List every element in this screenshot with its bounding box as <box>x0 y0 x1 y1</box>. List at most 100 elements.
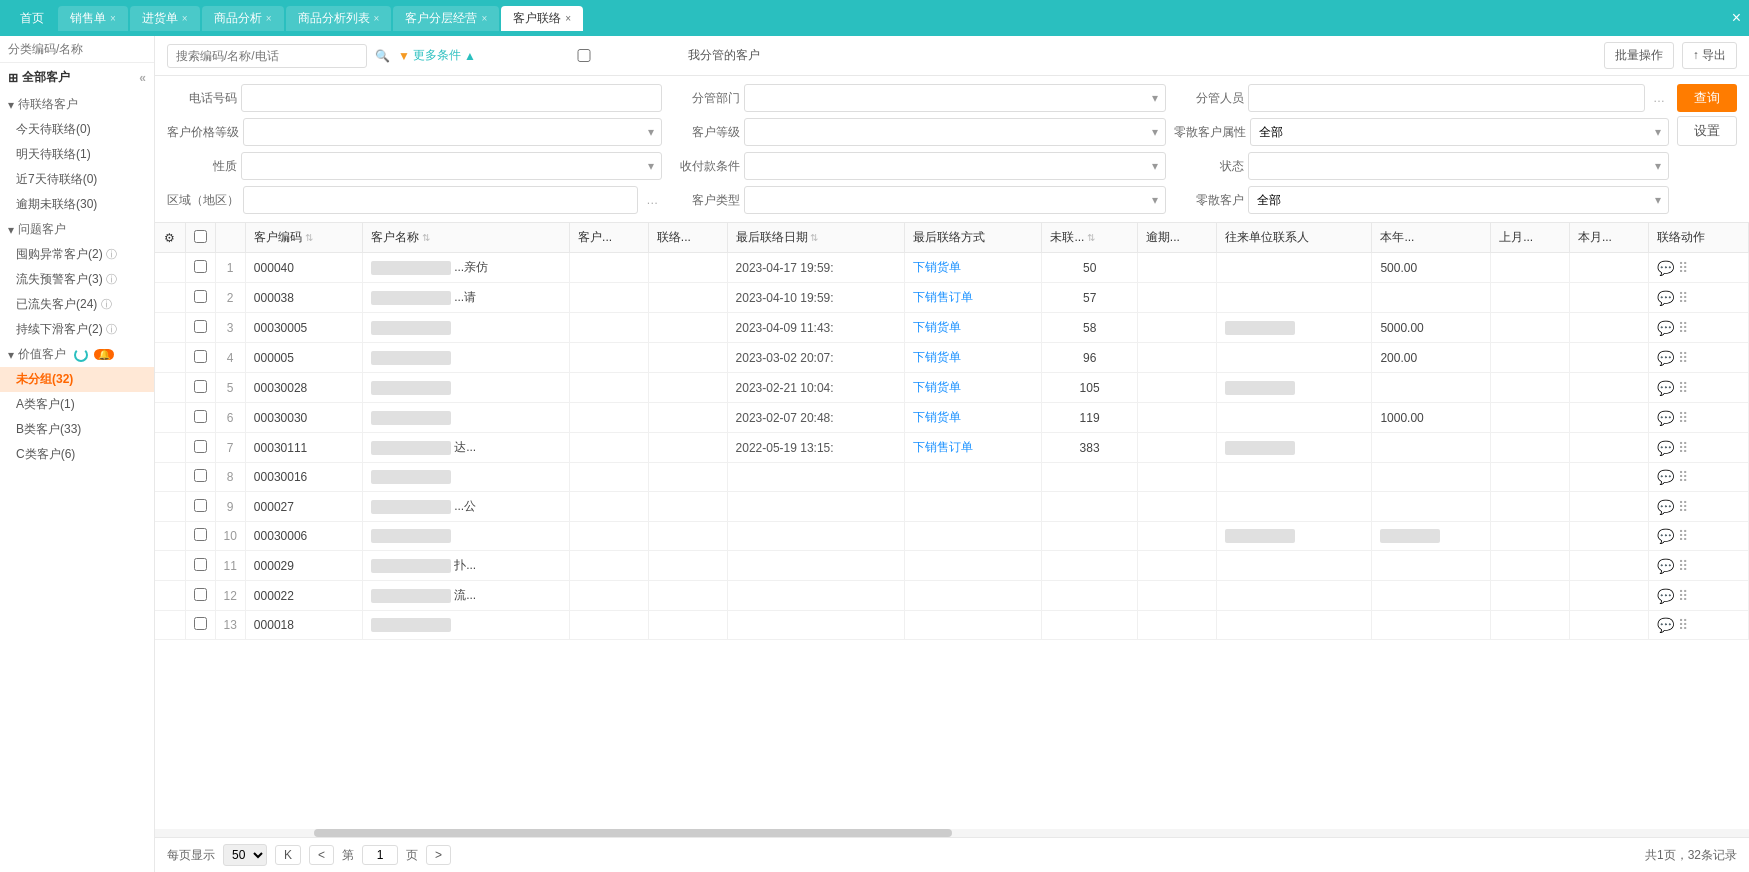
close-product-list-tab[interactable]: × <box>374 13 380 24</box>
row-checkbox[interactable] <box>194 350 207 363</box>
menu-icon[interactable]: ⠿ <box>1678 410 1688 426</box>
th-name[interactable]: 客户名称 <box>362 223 569 253</box>
export-btn[interactable]: ↑ 导出 <box>1682 42 1737 69</box>
menu-icon[interactable]: ⠿ <box>1678 320 1688 336</box>
retail-customer-select[interactable]: 全部 <box>1248 186 1669 214</box>
menu-icon[interactable]: ⠿ <box>1678 528 1688 544</box>
td-checkbox[interactable] <box>185 492 215 522</box>
sidebar-item-churned[interactable]: 已流失客户(24) ⓘ <box>0 292 154 317</box>
price-level-select[interactable] <box>243 118 662 146</box>
last-contact-way-link[interactable]: 下销货单 <box>913 320 961 334</box>
td-last-way[interactable] <box>905 551 1042 581</box>
td-actions[interactable]: 💬⠿ <box>1648 403 1748 433</box>
close-sales-tab[interactable]: × <box>110 13 116 24</box>
sidebar-group-pending[interactable]: ▾ 待联络客户 <box>0 92 154 117</box>
th-settings[interactable]: ⚙ <box>155 223 185 253</box>
retail-attr-select[interactable]: 全部 <box>1250 118 1669 146</box>
last-contact-way-link[interactable]: 下销货单 <box>913 380 961 394</box>
td-checkbox[interactable] <box>185 313 215 343</box>
td-checkbox[interactable] <box>185 253 215 283</box>
row-checkbox[interactable] <box>194 320 207 333</box>
customer-type-select[interactable] <box>744 186 1165 214</box>
region-more-icon[interactable]: … <box>642 193 662 207</box>
row-checkbox[interactable] <box>194 469 207 482</box>
menu-icon[interactable]: ⠿ <box>1678 588 1688 604</box>
td-checkbox[interactable] <box>185 551 215 581</box>
menu-icon[interactable]: ⠿ <box>1678 380 1688 396</box>
menu-icon[interactable]: ⠿ <box>1678 617 1688 633</box>
td-actions[interactable]: 💬⠿ <box>1648 581 1748 611</box>
search-input[interactable] <box>167 44 367 68</box>
td-actions[interactable]: 💬⠿ <box>1648 313 1748 343</box>
td-actions[interactable]: 💬⠿ <box>1648 551 1748 581</box>
row-checkbox[interactable] <box>194 260 207 273</box>
contact-icon[interactable]: 💬 <box>1657 380 1674 396</box>
td-last-way[interactable]: 下销货单 <box>905 403 1042 433</box>
scrollbar-thumb[interactable] <box>314 829 952 837</box>
td-actions[interactable]: 💬⠿ <box>1648 522 1748 551</box>
nav-tab-product-analysis[interactable]: 商品分析 × <box>202 6 284 31</box>
td-checkbox[interactable] <box>185 343 215 373</box>
td-actions[interactable]: 💬⠿ <box>1648 433 1748 463</box>
td-actions[interactable]: 💬⠿ <box>1648 373 1748 403</box>
sidebar-all-customers[interactable]: ⊞ 全部客户 « <box>0 63 154 92</box>
td-actions[interactable]: 💬⠿ <box>1648 283 1748 313</box>
nav-tab-home[interactable]: 首页 <box>8 6 56 31</box>
last-contact-way-link[interactable]: 下销货单 <box>913 410 961 424</box>
contact-icon[interactable]: 💬 <box>1657 588 1674 604</box>
person-input[interactable] <box>1248 84 1645 112</box>
sidebar-item-class-c[interactable]: C类客户(6) <box>0 442 154 467</box>
close-purchase-tab[interactable]: × <box>182 13 188 24</box>
person-more-icon[interactable]: … <box>1649 91 1669 105</box>
td-checkbox[interactable] <box>185 433 215 463</box>
td-last-way[interactable]: 下销货单 <box>905 253 1042 283</box>
row-checkbox[interactable] <box>194 499 207 512</box>
td-last-way[interactable] <box>905 492 1042 522</box>
sidebar-item-overdue-pending[interactable]: 逾期未联络(30) <box>0 192 154 217</box>
td-last-way[interactable]: 下销售订单 <box>905 283 1042 313</box>
last-contact-way-link[interactable]: 下销货单 <box>913 260 961 274</box>
nav-tab-purchase[interactable]: 进货单 × <box>130 6 200 31</box>
table-container[interactable]: ⚙ 客户编码 客户名称 客户... 联络... 最后联络日期 最后联络方式 未联… <box>155 223 1749 829</box>
td-last-way[interactable]: 下销货单 <box>905 343 1042 373</box>
menu-icon[interactable]: ⠿ <box>1678 350 1688 366</box>
th-code[interactable]: 客户编码 <box>245 223 362 253</box>
sidebar-item-declining[interactable]: 持续下滑客户(2) ⓘ <box>0 317 154 342</box>
nav-tab-sales[interactable]: 销售单 × <box>58 6 128 31</box>
contact-icon[interactable]: 💬 <box>1657 558 1674 574</box>
td-checkbox[interactable] <box>185 403 215 433</box>
contact-icon[interactable]: 💬 <box>1657 528 1674 544</box>
prev-page-btn[interactable]: < <box>309 845 334 865</box>
close-product-analysis-tab[interactable]: × <box>266 13 272 24</box>
next-page-btn[interactable]: > <box>426 845 451 865</box>
row-checkbox[interactable] <box>194 380 207 393</box>
contact-icon[interactable]: 💬 <box>1657 350 1674 366</box>
contact-icon[interactable]: 💬 <box>1657 617 1674 633</box>
status-select[interactable] <box>1248 152 1669 180</box>
td-last-way[interactable] <box>905 581 1042 611</box>
close-customer-contact-tab[interactable]: × <box>565 13 571 24</box>
th-no-contact[interactable]: 未联... <box>1042 223 1137 253</box>
sidebar-search-input[interactable] <box>8 42 155 56</box>
td-checkbox[interactable] <box>185 522 215 551</box>
td-last-way[interactable]: 下销货单 <box>905 373 1042 403</box>
select-all-checkbox[interactable] <box>194 230 207 243</box>
td-checkbox[interactable] <box>185 283 215 313</box>
sidebar-item-hoard-abnormal[interactable]: 囤购异常客户(2) ⓘ <box>0 242 154 267</box>
dept-select[interactable] <box>744 84 1165 112</box>
query-btn[interactable]: 查询 <box>1677 84 1737 112</box>
th-last-date[interactable]: 最后联络日期 <box>727 223 905 253</box>
menu-icon[interactable]: ⠿ <box>1678 260 1688 276</box>
customer-level-select[interactable] <box>744 118 1165 146</box>
sidebar-collapse-btn[interactable]: « <box>139 71 146 85</box>
contact-icon[interactable]: 💬 <box>1657 320 1674 336</box>
sidebar-item-tomorrow-pending[interactable]: 明天待联络(1) <box>0 142 154 167</box>
nav-tab-customer-layer[interactable]: 客户分层经营 × <box>393 6 499 31</box>
menu-icon[interactable]: ⠿ <box>1678 440 1688 456</box>
reset-btn[interactable]: 设置 <box>1677 116 1737 146</box>
menu-icon[interactable]: ⠿ <box>1678 499 1688 515</box>
page-number-input[interactable] <box>362 845 398 865</box>
close-customer-layer-tab[interactable]: × <box>481 13 487 24</box>
contact-icon[interactable]: 💬 <box>1657 499 1674 515</box>
sidebar-item-churn-warning[interactable]: 流失预警客户(3) ⓘ <box>0 267 154 292</box>
